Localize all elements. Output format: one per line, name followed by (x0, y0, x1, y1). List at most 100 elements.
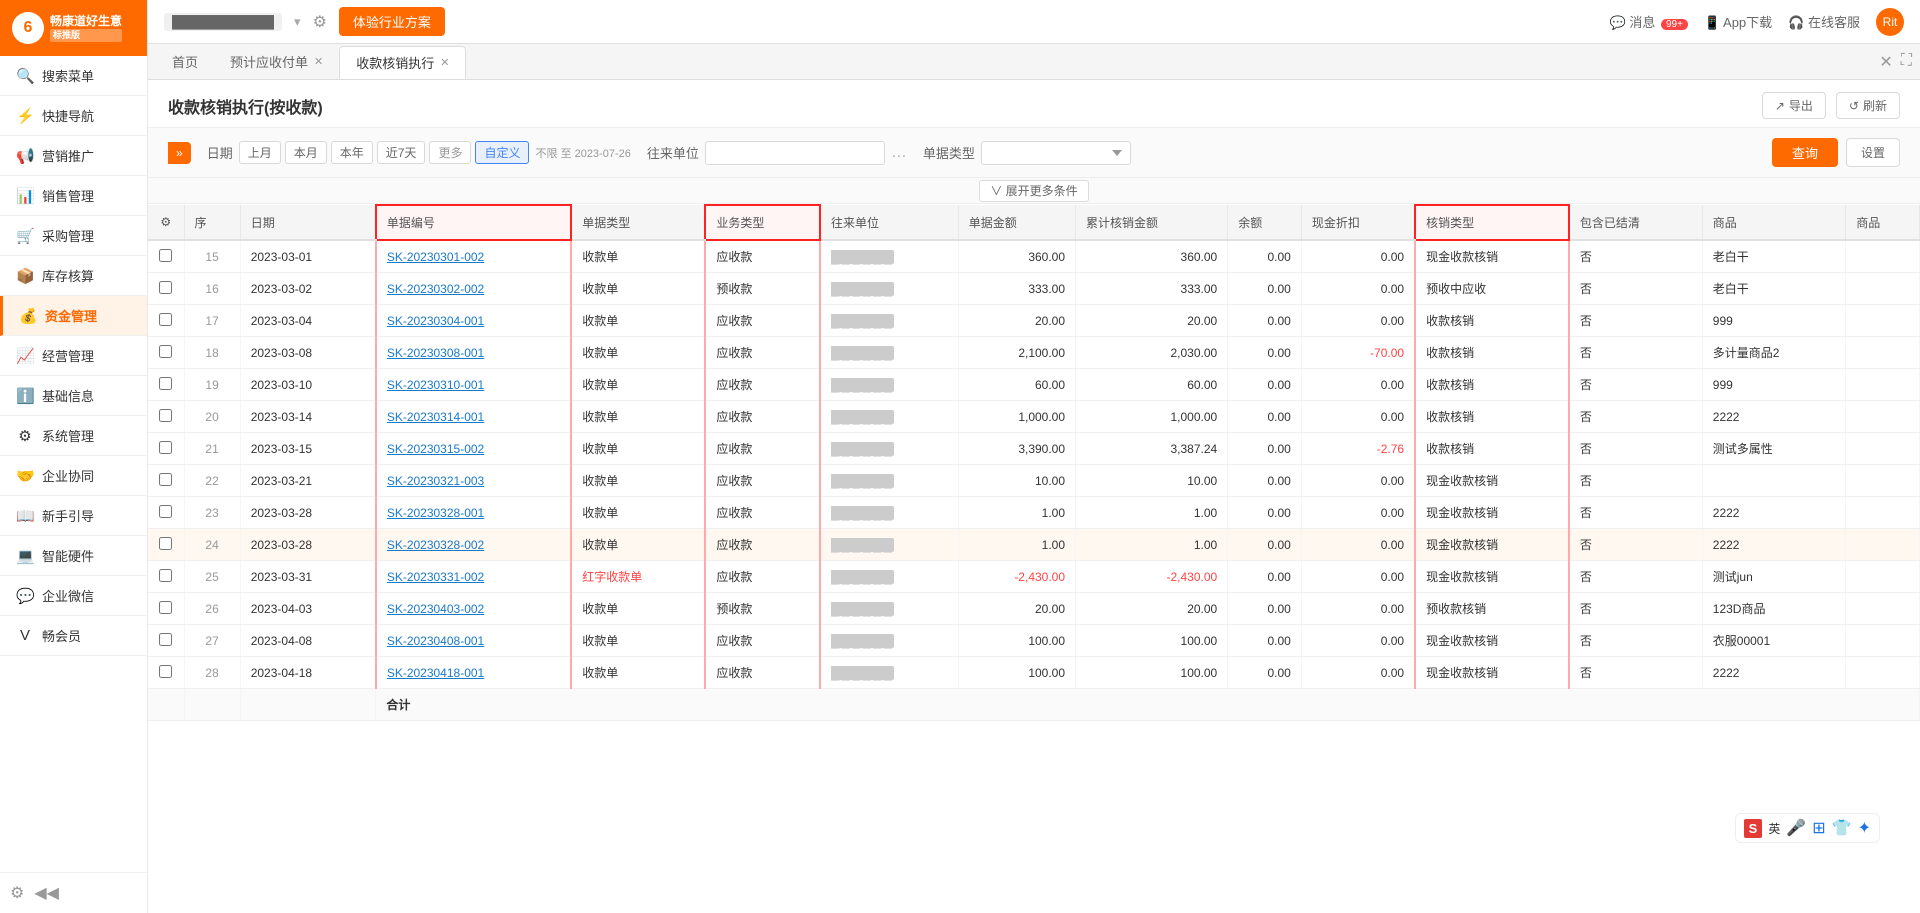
cell-amount-5: 1,000.00 (958, 401, 1075, 433)
cell-checkbox-1[interactable] (148, 273, 184, 305)
doc-link-12[interactable]: SK-20230408-001 (387, 634, 484, 648)
doc-link-4[interactable]: SK-20230310-001 (387, 378, 484, 392)
this-month-btn[interactable]: 本月 (285, 141, 327, 164)
sidebar-item-10[interactable]: 🤝企业协同 (0, 456, 147, 496)
cell-doctype-12: 收款单 (571, 625, 705, 657)
industry-solution-button[interactable]: 体验行业方案 (339, 7, 445, 36)
cell-writetype-7: 现金收款核销 (1415, 465, 1569, 497)
doc-link-2[interactable]: SK-20230304-001 (387, 314, 484, 328)
sidebar-item-9[interactable]: ⚙系统管理 (0, 416, 147, 456)
cell-date-4: 2023-03-10 (240, 369, 376, 401)
message-icon[interactable]: 💬 消息 99+ (1610, 12, 1688, 31)
table-row: 25 2023-03-31 SK-20230331-002 红字收款单 应收款 … (148, 561, 1920, 593)
cell-partner-8: ██████ (820, 497, 958, 529)
doc-link-8[interactable]: SK-20230328-001 (387, 506, 484, 520)
query-button[interactable]: 查询 (1772, 138, 1838, 167)
cell-checkbox-4[interactable] (148, 369, 184, 401)
cell-checkbox-10[interactable] (148, 561, 184, 593)
last-7days-btn[interactable]: 近7天 (377, 141, 426, 164)
maximize-icon[interactable]: ⛶ (1901, 52, 1912, 72)
sidebar-item-0[interactable]: 🔍搜索菜单 (0, 56, 147, 96)
online-service-link[interactable]: 🎧 在线客服 (1788, 12, 1860, 31)
doc-link-11[interactable]: SK-20230403-002 (387, 602, 484, 616)
cell-goods2-1 (1846, 273, 1920, 305)
cell-checkbox-5[interactable] (148, 401, 184, 433)
doc-link-9[interactable]: SK-20230328-002 (387, 538, 484, 552)
th-balance: 余额 (1228, 205, 1302, 240)
filter-toggle-button[interactable]: » (168, 142, 191, 164)
sidebar-item-1[interactable]: ⚡快捷导航 (0, 96, 147, 136)
cell-checkbox-8[interactable] (148, 497, 184, 529)
tab-collection-close[interactable]: ✕ (440, 56, 449, 69)
expand-conditions-btn[interactable]: ∨ 展开更多条件 (979, 180, 1088, 202)
last-month-btn[interactable]: 上月 (239, 141, 281, 164)
export-button[interactable]: ↗ 导出 (1762, 92, 1826, 119)
cell-biztype-3: 应收款 (705, 337, 820, 369)
cell-checkbox-6[interactable] (148, 433, 184, 465)
sidebar-item-3[interactable]: 📊销售管理 (0, 176, 147, 216)
table-row: 18 2023-03-08 SK-20230308-001 收款单 应收款 ██… (148, 337, 1920, 369)
tab-prepay[interactable]: 预计应收付单 ✕ (214, 46, 339, 77)
table-settings-icon[interactable]: ⚙ (160, 215, 171, 229)
th-gear[interactable]: ⚙ (148, 205, 184, 240)
doc-link-1[interactable]: SK-20230302-002 (387, 282, 484, 296)
watermark-shirt-icon: 👕 (1832, 818, 1852, 838)
doc-link-6[interactable]: SK-20230315-002 (387, 442, 484, 456)
doctype-filter-label: 单据类型 (923, 143, 975, 162)
close-tab-icon[interactable]: ✕ (1879, 52, 1892, 72)
cell-cashdisc-4: 0.00 (1301, 369, 1415, 401)
sidebar-item-14[interactable]: V畅会员 (0, 616, 147, 656)
doc-link-5[interactable]: SK-20230314-001 (387, 410, 484, 424)
cell-biztype-2: 应收款 (705, 305, 820, 337)
sidebar-item-12[interactable]: 💻智能硬件 (0, 536, 147, 576)
cell-writetype-0: 现金收款核销 (1415, 240, 1569, 273)
this-year-btn[interactable]: 本年 (331, 141, 373, 164)
doc-link-0[interactable]: SK-20230301-002 (387, 250, 484, 264)
doc-link-13[interactable]: SK-20230418-001 (387, 666, 484, 680)
doc-link-10[interactable]: SK-20230331-002 (387, 570, 484, 584)
refresh-button[interactable]: ↺ 刷新 (1836, 92, 1900, 119)
cell-checkbox-2[interactable] (148, 305, 184, 337)
workspace-chevron-icon[interactable]: ▾ (294, 14, 301, 30)
gear-icon[interactable]: ⚙ (313, 12, 327, 32)
cell-checkbox-9[interactable] (148, 529, 184, 561)
sidebar-item-7[interactable]: 📈经营管理 (0, 336, 147, 376)
cell-checkbox-12[interactable] (148, 625, 184, 657)
more-date-btn[interactable]: 更多 (429, 141, 471, 164)
tab-collection-label: 收款核销执行 (356, 53, 434, 72)
custom-date-btn[interactable]: 自定义 (475, 141, 529, 164)
app-download-link[interactable]: 📱 App下载 (1704, 12, 1772, 31)
sidebar-item-13[interactable]: 💬企业微信 (0, 576, 147, 616)
sidebar-item-6[interactable]: 💰资金管理 (0, 296, 147, 336)
filter-action-group: 查询 设置 (1772, 138, 1900, 167)
sidebar-item-2[interactable]: 📢营销推广 (0, 136, 147, 176)
tab-prepay-close[interactable]: ✕ (314, 55, 323, 68)
cell-checkbox-13[interactable] (148, 657, 184, 689)
sidebar-item-5[interactable]: 📦库存核算 (0, 256, 147, 296)
settings-bottom-icon[interactable]: ⚙ (10, 883, 24, 903)
cell-docno-12: SK-20230408-001 (376, 625, 571, 657)
user-avatar[interactable]: Rit (1876, 8, 1904, 36)
cell-no-5: 20 (184, 401, 240, 433)
doctype-filter-select[interactable] (981, 141, 1131, 165)
cell-cashdisc-13: 0.00 (1301, 657, 1415, 689)
cell-checkbox-0[interactable] (148, 240, 184, 273)
cell-date-6: 2023-03-15 (240, 433, 376, 465)
sidebar-item-11[interactable]: 📖新手引导 (0, 496, 147, 536)
cell-includeclear-7: 否 (1569, 465, 1702, 497)
partner-more-icon[interactable]: … (891, 144, 907, 162)
tab-home[interactable]: 首页 (156, 46, 214, 77)
collapse-icon[interactable]: ◀◀ (34, 883, 59, 903)
sidebar-item-8[interactable]: ℹ️基础信息 (0, 376, 147, 416)
tab-collection[interactable]: 收款核销执行 ✕ (339, 46, 466, 79)
doc-link-7[interactable]: SK-20230321-003 (387, 474, 484, 488)
partner-filter-input[interactable] (705, 141, 885, 165)
cell-partner-3: ██████ (820, 337, 958, 369)
doc-link-3[interactable]: SK-20230308-001 (387, 346, 484, 360)
cell-date-12: 2023-04-08 (240, 625, 376, 657)
sidebar-item-4[interactable]: 🛒采购管理 (0, 216, 147, 256)
cell-checkbox-7[interactable] (148, 465, 184, 497)
setting-button[interactable]: 设置 (1846, 138, 1900, 167)
cell-checkbox-3[interactable] (148, 337, 184, 369)
cell-checkbox-11[interactable] (148, 593, 184, 625)
